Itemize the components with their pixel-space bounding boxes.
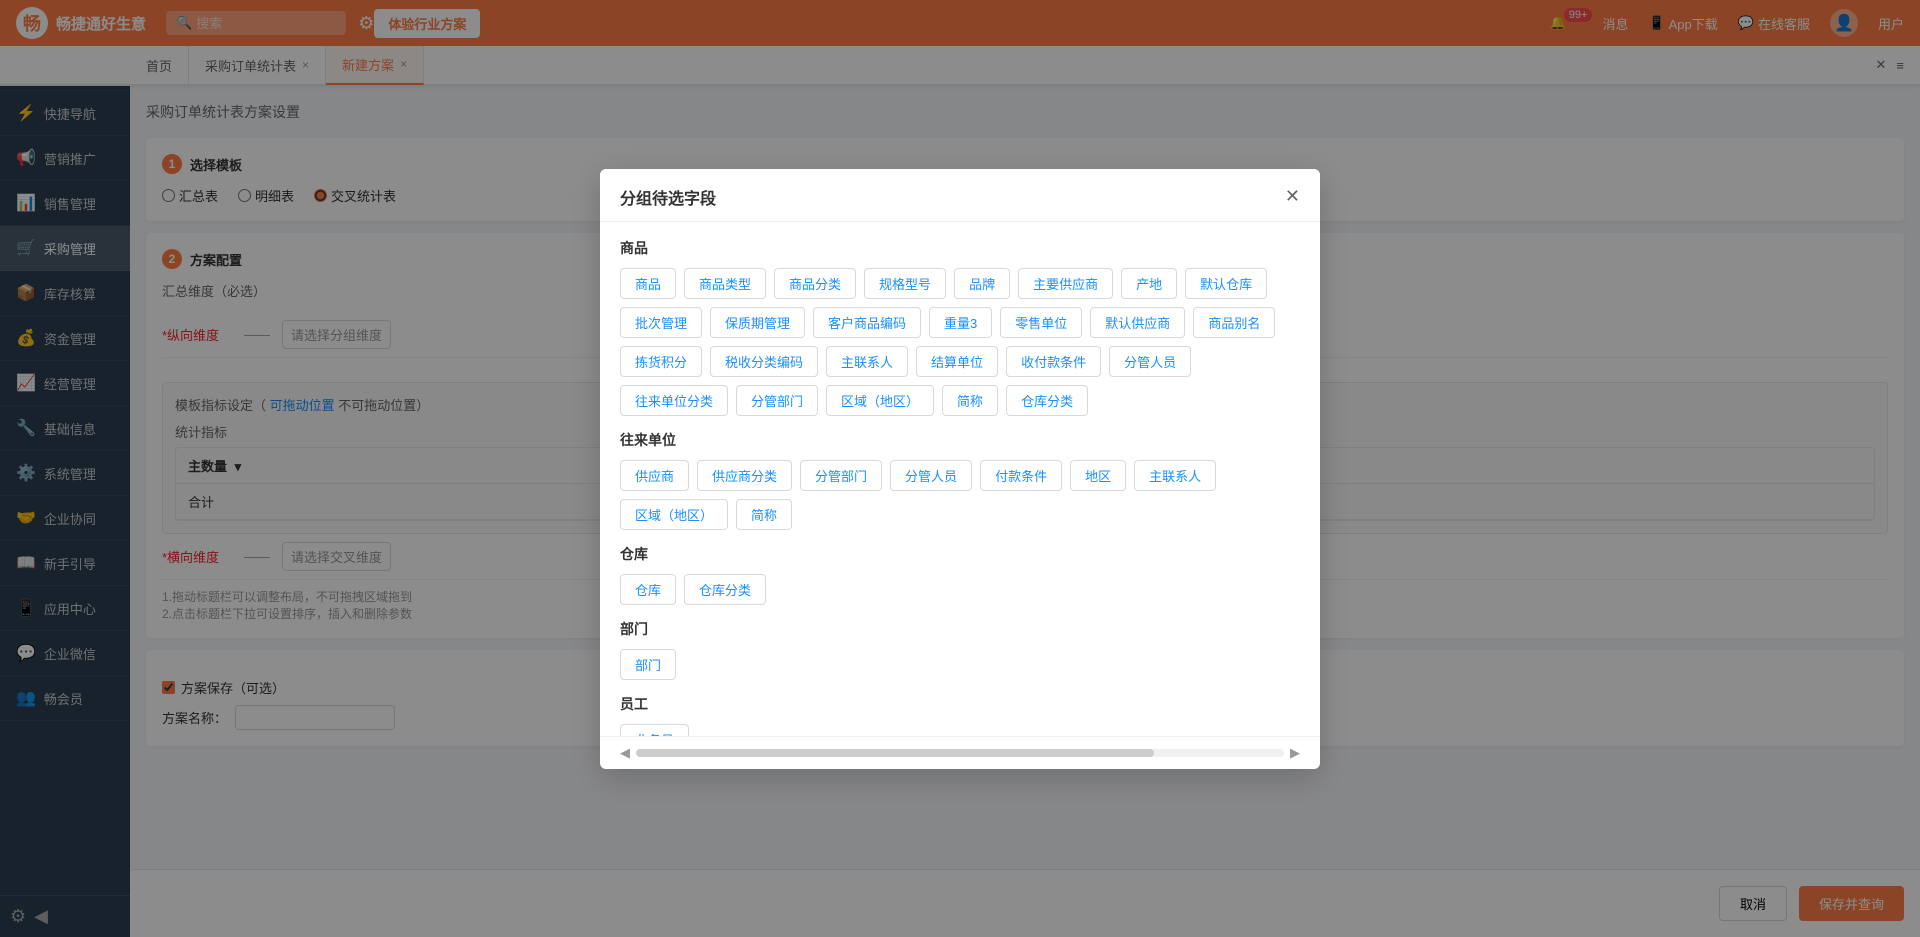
modal-section-fields-4: 业务员 xyxy=(620,724,1300,736)
modal-section-fields-1: 供应商供应商分类分管部门分管人员付款条件地区主联系人区域（地区） 简称 xyxy=(620,460,1300,530)
field-tag-0-18[interactable]: 结算单位 xyxy=(916,346,998,377)
modal-section-fields-3: 部门 xyxy=(620,649,1300,680)
field-tag-0-15[interactable]: 拣货积分 xyxy=(620,346,702,377)
modal-header: 分组待选字段 ✕ xyxy=(600,169,1320,222)
field-tag-0-7[interactable]: 默认仓库 xyxy=(1185,268,1267,299)
field-tag-1-3[interactable]: 分管人员 xyxy=(890,460,972,491)
field-tag-0-3[interactable]: 规格型号 xyxy=(864,268,946,299)
field-tag-0-9[interactable]: 保质期管理 xyxy=(710,307,805,338)
modal-section-title-1: 往来单位 xyxy=(620,430,1300,450)
field-tag-0-16[interactable]: 税收分类编码 xyxy=(710,346,818,377)
field-tag-1-1[interactable]: 供应商分类 xyxy=(697,460,792,491)
field-tag-0-19[interactable]: 收付款条件 xyxy=(1006,346,1101,377)
modal-close-btn[interactable]: ✕ xyxy=(1285,186,1300,207)
field-tag-2-0[interactable]: 仓库 xyxy=(620,574,676,605)
scroll-right-arrow[interactable]: ▶ xyxy=(1290,745,1300,761)
modal-section-title-4: 员工 xyxy=(620,694,1300,714)
field-tag-0-21[interactable]: 往来单位分类 xyxy=(620,385,728,416)
field-tag-1-2[interactable]: 分管部门 xyxy=(800,460,882,491)
horizontal-scrollbar[interactable] xyxy=(636,749,1284,757)
field-tag-1-5[interactable]: 地区 xyxy=(1070,460,1126,491)
field-tag-0-17[interactable]: 主联系人 xyxy=(826,346,908,377)
field-tag-1-4[interactable]: 付款条件 xyxy=(980,460,1062,491)
scroll-left-arrow[interactable]: ◀ xyxy=(620,745,630,761)
field-tag-0-24[interactable]: 简称 xyxy=(942,385,998,416)
modal-section-title-3: 部门 xyxy=(620,619,1300,639)
field-tag-0-6[interactable]: 产地 xyxy=(1121,268,1177,299)
modal-section-title-0: 商品 xyxy=(620,238,1300,258)
field-tag-0-13[interactable]: 默认供应商 xyxy=(1090,307,1185,338)
field-tag-0-14[interactable]: 商品别名 xyxy=(1193,307,1275,338)
field-tag-0-25[interactable]: 仓库分类 xyxy=(1006,385,1088,416)
modal-section-fields-2: 仓库仓库分类 xyxy=(620,574,1300,605)
field-tag-0-20[interactable]: 分管人员 xyxy=(1109,346,1191,377)
field-tag-4-0[interactable]: 业务员 xyxy=(620,724,689,736)
field-tag-0-22[interactable]: 分管部门 xyxy=(736,385,818,416)
field-tag-0-8[interactable]: 批次管理 xyxy=(620,307,702,338)
field-tag-0-5[interactable]: 主要供应商 xyxy=(1018,268,1113,299)
modal-section-fields-0: 商品商品类型商品分类规格型号品牌主要供应商产地默认仓库批次管理保质期管理客户商品… xyxy=(620,268,1300,416)
field-tag-0-4[interactable]: 品牌 xyxy=(954,268,1010,299)
scrollbar-thumb xyxy=(636,749,1154,757)
field-tag-1-7[interactable]: 区域（地区） xyxy=(620,499,728,530)
field-tag-1-0[interactable]: 供应商 xyxy=(620,460,689,491)
modal-footer-scroll: ◀ ▶ xyxy=(600,736,1320,769)
field-tag-0-23[interactable]: 区域（地区） xyxy=(826,385,934,416)
field-tag-0-1[interactable]: 商品类型 xyxy=(684,268,766,299)
field-tag-2-1[interactable]: 仓库分类 xyxy=(684,574,766,605)
field-tag-0-11[interactable]: 重量3 xyxy=(929,307,992,338)
field-tag-3-0[interactable]: 部门 xyxy=(620,649,676,680)
field-tag-0-12[interactable]: 零售单位 xyxy=(1000,307,1082,338)
field-tag-1-6[interactable]: 主联系人 xyxy=(1134,460,1216,491)
modal-dialog: 分组待选字段 ✕ 商品商品商品类型商品分类规格型号品牌主要供应商产地默认仓库批次… xyxy=(600,169,1320,769)
field-tag-0-10[interactable]: 客户商品编码 xyxy=(813,307,921,338)
modal-overlay[interactable]: 分组待选字段 ✕ 商品商品商品类型商品分类规格型号品牌主要供应商产地默认仓库批次… xyxy=(0,0,1920,937)
modal-section-title-2: 仓库 xyxy=(620,544,1300,564)
field-tag-1-8[interactable]: 简称 xyxy=(736,499,792,530)
field-tag-0-2[interactable]: 商品分类 xyxy=(774,268,856,299)
modal-title: 分组待选字段 xyxy=(620,185,716,209)
field-tag-0-0[interactable]: 商品 xyxy=(620,268,676,299)
modal-body: 商品商品商品类型商品分类规格型号品牌主要供应商产地默认仓库批次管理保质期管理客户… xyxy=(600,222,1320,736)
